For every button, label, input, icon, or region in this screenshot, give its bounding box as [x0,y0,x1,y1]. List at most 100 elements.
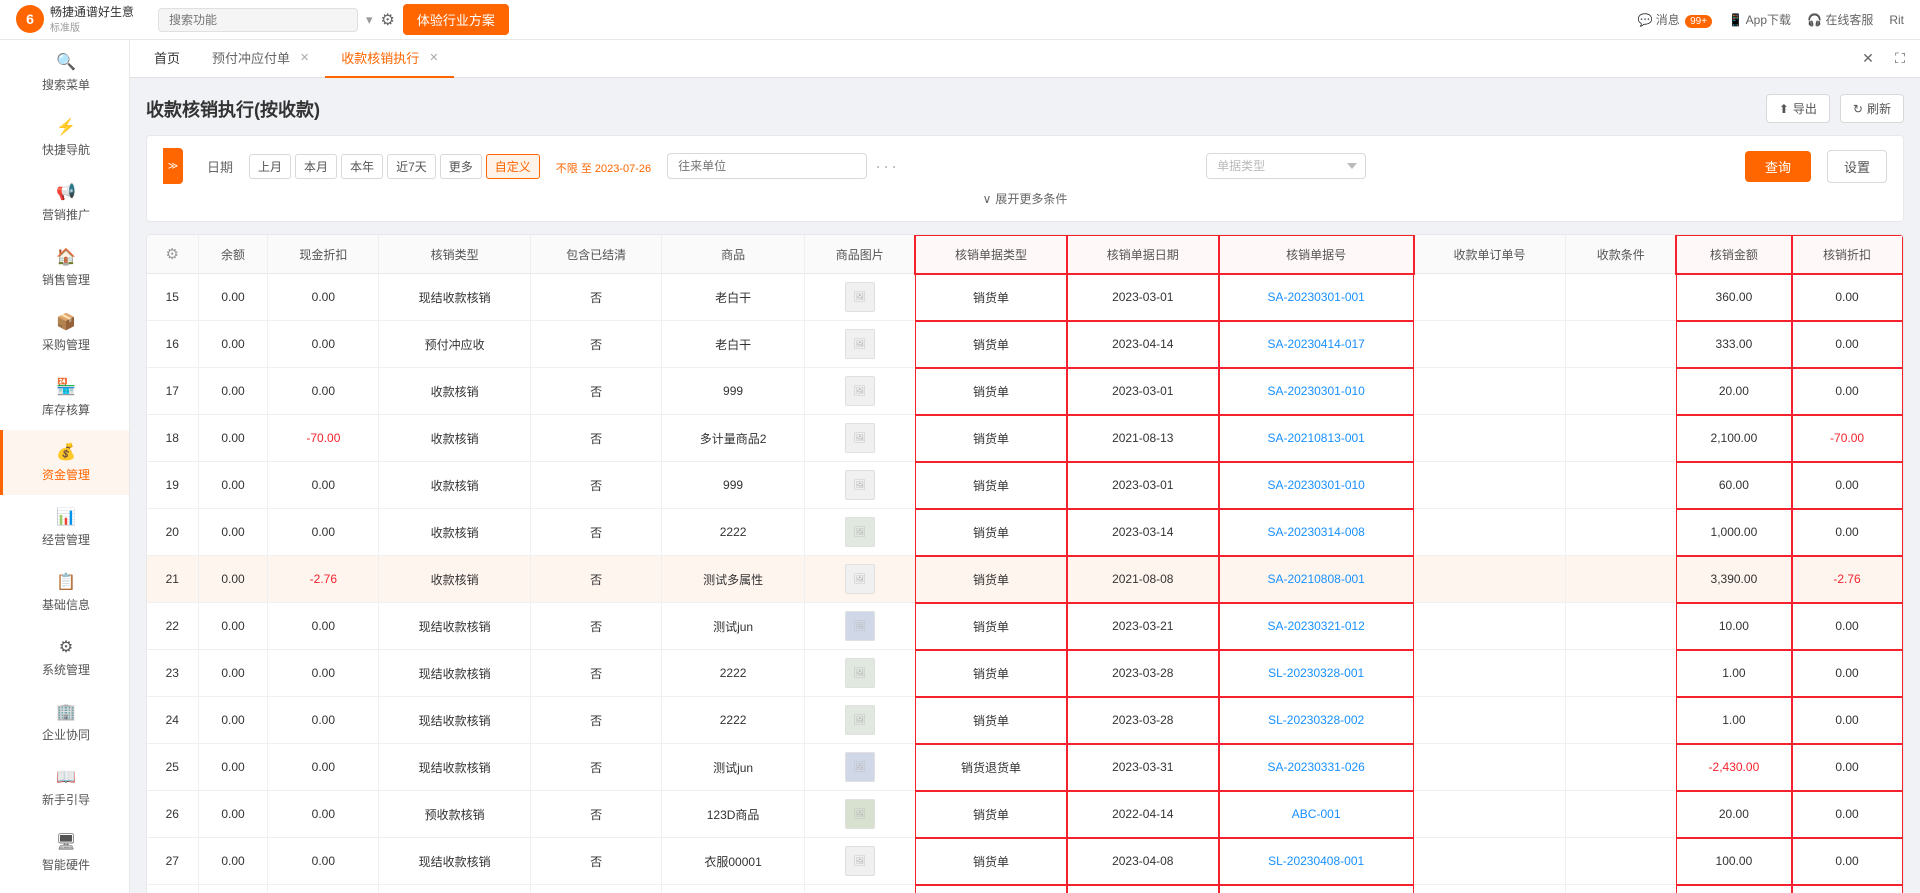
table-row: 20 0.00 0.00 收款核销 否 2222 🖼 销货单 2023-03-1… [147,509,1903,556]
message-button[interactable]: 💬 消息 99+ [1637,11,1712,28]
receipt-no-link[interactable]: SA-20210808-001 [1267,572,1364,586]
receipt-no-link[interactable]: SA-20230414-017 [1267,337,1364,351]
receipt-no-link[interactable]: SA-20230331-026 [1267,760,1364,774]
cell-receipt-no[interactable]: SA-20230414-017 [1219,321,1414,368]
cell-cash-discount: 0.00 [268,509,379,556]
date-btn-custom[interactable]: 自定义 [486,154,540,179]
export-button[interactable]: ⬆ 导出 [1766,94,1830,123]
cell-cash-discount: -70.00 [268,415,379,462]
cell-receipt-type: 销货单 [915,274,1067,321]
cell-receipt-no[interactable]: SA-20230331-026 [1219,744,1414,791]
cell-receipt-no[interactable]: SA-20230301-010 [1219,462,1414,509]
sidebar-item-operations[interactable]: 📊 经营管理 [0,495,129,560]
col-include-settled: 包含已结清 [530,235,661,274]
sidebar-item-guide[interactable]: 📖 新手引导 [0,755,129,820]
date-btn-more[interactable]: 更多 [440,154,482,179]
receipt-no-link[interactable]: SA-20230301-001 [1267,290,1364,304]
close-window-button[interactable]: ✕ [1856,47,1880,71]
cell-balance: 0.00 [198,462,268,509]
gear-icon[interactable]: ⚙ [166,246,179,263]
date-btn-last-month[interactable]: 上月 [249,154,291,179]
cell-goods: 测试多属性 [662,556,805,603]
sidebar-item-purchase[interactable]: 📦 采购管理 [0,300,129,365]
cell-verify-discount: 0.00 [1792,321,1903,368]
expand-more-button[interactable]: ∨ 展开更多条件 [163,184,1887,209]
cell-receipt-no[interactable]: SA-20230314-008 [1219,509,1414,556]
app-download-button[interactable]: 📱 App下载 [1728,11,1791,28]
dropdown-arrow-icon[interactable]: ▾ [366,12,373,28]
filter-toggle-button[interactable]: ≫ [163,148,183,184]
user-name: Rit [1889,13,1904,27]
tab-prepay[interactable]: 预付冲应付单 ✕ [196,40,325,78]
cell-receipt-no[interactable]: SL-20230408-001 [1219,838,1414,885]
prepay-tab-close[interactable]: ✕ [300,51,309,64]
cell-include-settled: 否 [530,368,661,415]
receipt-no-link[interactable]: SA-20210813-001 [1267,431,1364,445]
cell-receipt-no[interactable]: ABC-001 [1219,791,1414,838]
receipt-no-link[interactable]: SA-20230301-010 [1267,478,1364,492]
cell-receipt-no[interactable]: SL-20230328-001 [1219,650,1414,697]
cell-receipt-no[interactable]: SA-20230301-010 [1219,368,1414,415]
receipt-no-link[interactable]: SL-20230328-001 [1268,666,1364,680]
tab-home[interactable]: 首页 [138,40,196,78]
cell-payment-order-no [1414,415,1566,462]
cell-verify-discount: 0.00 [1792,744,1903,791]
partner-dots: ··· [875,156,899,177]
cell-payment-condition [1565,321,1676,368]
sidebar-label-quick-nav: 快捷导航 [42,141,90,158]
cell-verify-amount: 20.00 [1676,368,1791,415]
doc-type-select[interactable]: 单据类型 [1206,153,1366,179]
cell-receipt-no[interactable]: SL-20230418-001 [1219,885,1414,893]
cell-receipt-no[interactable]: SL-20230328-002 [1219,697,1414,744]
cell-receipt-no[interactable]: SA-20210813-001 [1219,415,1414,462]
goods-image: 🖼 [845,470,875,500]
cell-receipt-no[interactable]: SA-20230301-001 [1219,274,1414,321]
sidebar-item-quick-nav[interactable]: ⚡ 快捷导航 [0,105,129,170]
receipt-no-link[interactable]: SA-20230301-010 [1267,384,1364,398]
online-service-button[interactable]: 🎧 在线客服 [1807,11,1873,28]
cell-receipt-type: 销货单 [915,791,1067,838]
search-input[interactable] [158,8,358,32]
goods-image: 🖼 [845,705,875,735]
cell-receipt-no[interactable]: SA-20210808-001 [1219,556,1414,603]
cell-goods-img: 🖼 [804,838,915,885]
cell-cash-discount: 0.00 [268,697,379,744]
cell-payment-condition [1565,885,1676,893]
sidebar-item-inventory[interactable]: 🏪 库存核算 [0,365,129,430]
cell-id: 16 [147,321,198,368]
tab-receipts[interactable]: 收款核销执行 ✕ [325,40,454,78]
sidebar-item-finance[interactable]: 💰 资金管理 [0,430,129,495]
sidebar-label-basic: 基础信息 [42,596,90,613]
sidebar-item-wechat[interactable]: 💬 企业微信 [0,885,129,893]
receipts-tab-close[interactable]: ✕ [429,51,438,64]
cell-id: 18 [147,415,198,462]
sidebar-item-sales[interactable]: 🏠 销售管理 [0,235,129,300]
maximize-window-button[interactable]: ⛶ [1888,47,1912,71]
sidebar-item-search[interactable]: 🔍 搜索菜单 [0,40,129,105]
settings-icon[interactable]: ⚙ [381,10,395,30]
date-btn-this-year[interactable]: 本年 [341,154,383,179]
receipt-no-link[interactable]: ABC-001 [1292,807,1341,821]
date-btn-7days[interactable]: 近7天 [387,154,436,179]
sidebar-item-system[interactable]: ⚙ 系统管理 [0,625,129,690]
industry-solution-button[interactable]: 体验行业方案 [403,4,509,35]
cell-include-settled: 否 [530,744,661,791]
sidebar-item-enterprise[interactable]: 🏢 企业协同 [0,690,129,755]
cell-receipt-no[interactable]: SA-20230321-012 [1219,603,1414,650]
date-buttons: 上月 本月 本年 近7天 更多 自定义 [249,154,540,179]
receipt-no-link[interactable]: SA-20230321-012 [1267,619,1364,633]
receipt-no-link[interactable]: SL-20230408-001 [1268,854,1364,868]
cell-verify-amount: 10.00 [1676,603,1791,650]
partner-input[interactable] [667,153,867,179]
setting-button[interactable]: 设置 [1827,150,1887,183]
date-btn-this-month[interactable]: 本月 [295,154,337,179]
refresh-button[interactable]: ↻ 刷新 [1840,94,1904,123]
cell-balance: 0.00 [198,274,268,321]
query-button[interactable]: 查询 [1745,151,1811,182]
sidebar-item-marketing[interactable]: 📢 营销推广 [0,170,129,235]
sidebar-item-basic[interactable]: 📋 基础信息 [0,560,129,625]
receipt-no-link[interactable]: SA-20230314-008 [1267,525,1364,539]
sidebar-item-hardware[interactable]: 🖥 智能硬件 [0,820,129,885]
cell-include-settled: 否 [530,650,661,697]
receipt-no-link[interactable]: SL-20230328-002 [1268,713,1364,727]
